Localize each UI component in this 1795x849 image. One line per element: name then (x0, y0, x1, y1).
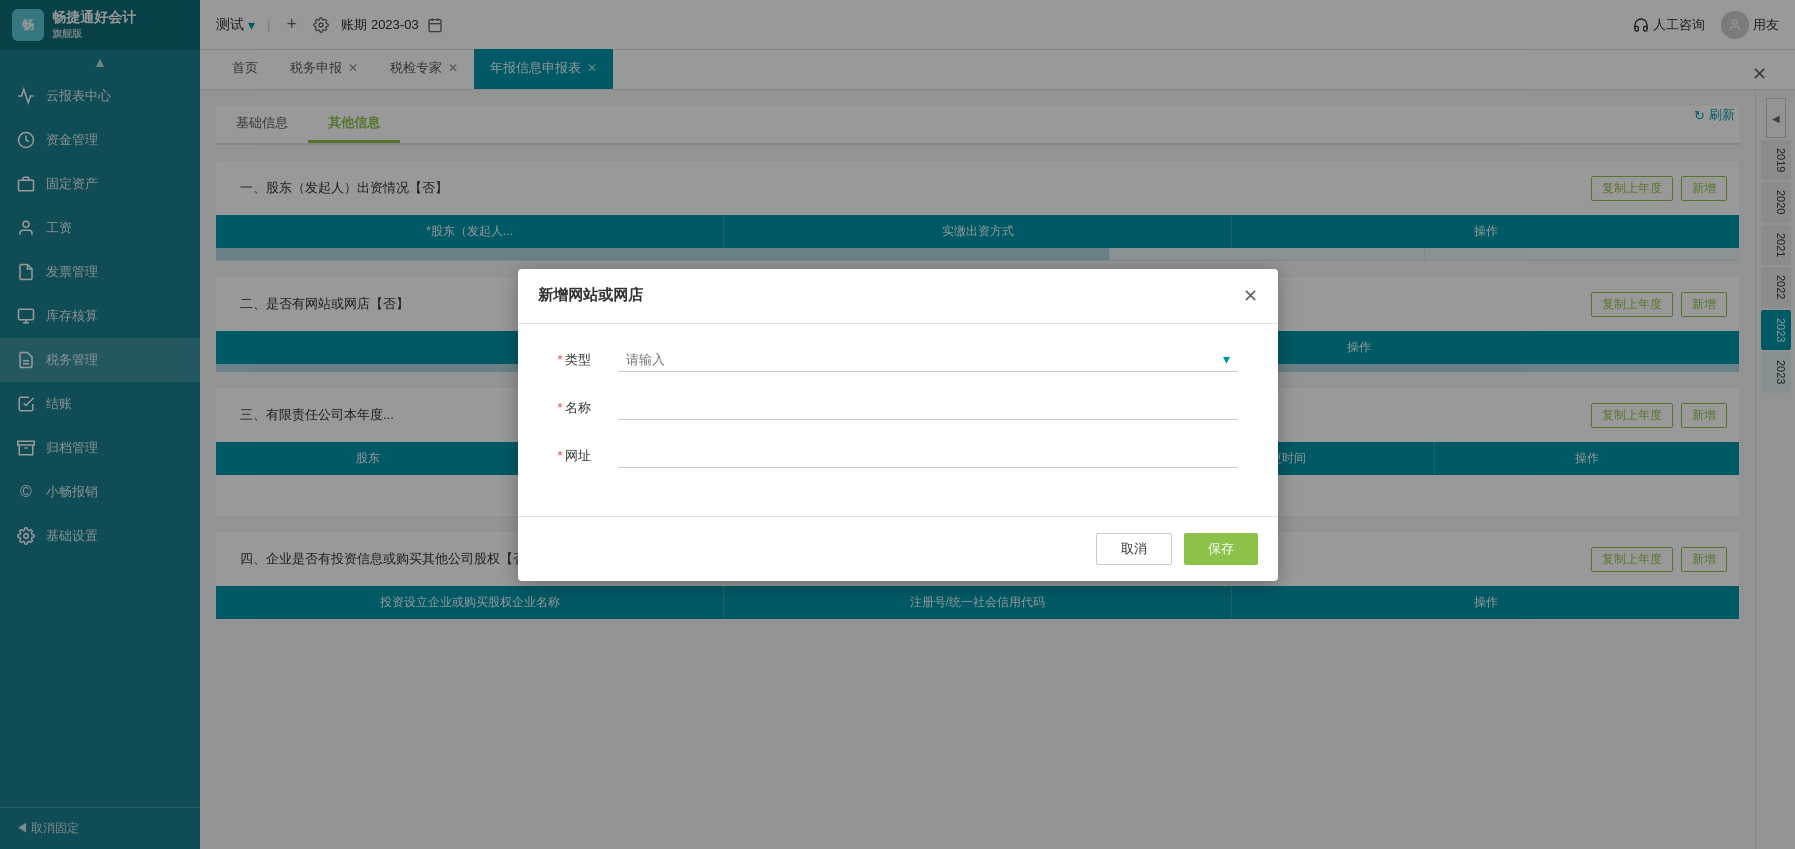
required-mark-type: * (558, 352, 563, 367)
type-dropdown-arrow: ▾ (1223, 351, 1238, 367)
form-row-type: * 类型 ▾ (558, 348, 1238, 372)
type-select-wrapper: ▾ (618, 348, 1238, 372)
dialog-title: 新增网站或网店 (538, 286, 643, 305)
cancel-button[interactable]: 取消 (1096, 533, 1172, 565)
type-select-input[interactable] (618, 348, 1223, 371)
add-website-dialog: 新增网站或网店 ✕ * 类型 ▾ * 名称 (518, 269, 1278, 581)
dialog-body: * 类型 ▾ * 名称 * 网址 (518, 324, 1278, 516)
name-input[interactable] (618, 396, 1238, 420)
dialog-close-button[interactable]: ✕ (1243, 285, 1258, 307)
form-row-url: * 网址 (558, 444, 1238, 468)
form-row-name: * 名称 (558, 396, 1238, 420)
save-button[interactable]: 保存 (1184, 533, 1258, 565)
form-label-url: * 网址 (558, 447, 618, 465)
required-mark-name: * (558, 400, 563, 415)
form-label-type: * 类型 (558, 351, 618, 369)
url-input[interactable] (618, 444, 1238, 468)
dialog-footer: 取消 保存 (518, 516, 1278, 581)
form-label-name: * 名称 (558, 399, 618, 417)
dialog-overlay[interactable]: 新增网站或网店 ✕ * 类型 ▾ * 名称 (0, 0, 1795, 849)
required-mark-url: * (558, 448, 563, 463)
dialog-header: 新增网站或网店 ✕ (518, 269, 1278, 324)
